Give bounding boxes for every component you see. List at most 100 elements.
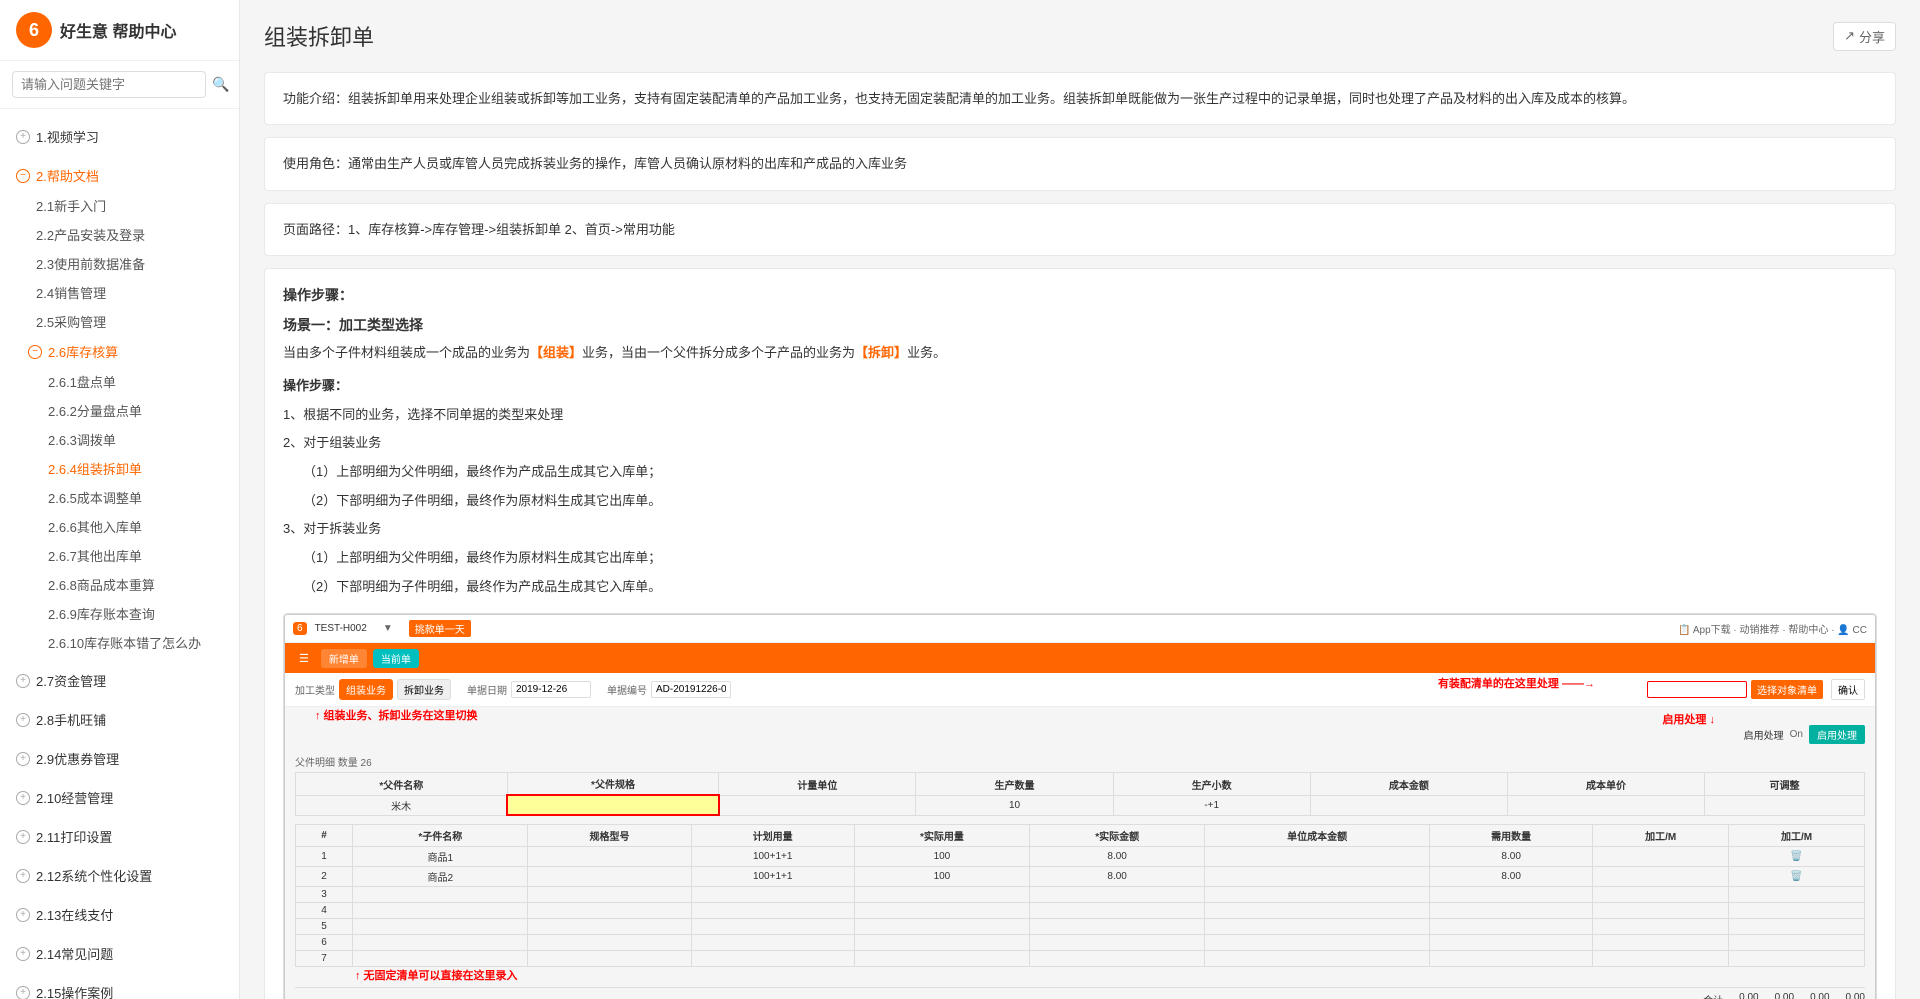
sc-header-bar: 6 TEST-H002 ▼ 挑款单一天 📋 App下载 · 动销推荐 · 帮助中… xyxy=(285,615,1875,643)
main-content: 组装拆卸单 ↗ 分享 功能介绍：组装拆卸单用来处理企业组装或拆卸等加工业务，支持… xyxy=(240,0,1920,999)
sidebar-item-stocktake[interactable]: 2.6.1盘点单 xyxy=(0,367,239,396)
nav-section-coupon: + 2.9优惠券管理 xyxy=(0,739,239,778)
sidebar-item-install[interactable]: 2.2产品安装及登录 xyxy=(0,220,239,249)
sc-lth-actual: *实际用量 xyxy=(854,825,1029,847)
sidebar-item-coupon[interactable]: + 2.9优惠券管理 xyxy=(0,743,239,774)
sidebar-item-print[interactable]: + 2.11打印设置 xyxy=(0,821,239,852)
logo-icon: 6 xyxy=(16,12,52,48)
nav-section-print: + 2.11打印设置 xyxy=(0,817,239,856)
sc-lth-process: 加工/M xyxy=(1593,825,1729,847)
nav-section-video: + 1.视频学习 xyxy=(0,117,239,156)
sidebar-item-ledger-error[interactable]: 2.6.10库存账本错了怎么办 xyxy=(0,628,239,657)
sc-nav-current[interactable]: 当前单 xyxy=(373,649,419,668)
step2-text: 2、对于组装业务 xyxy=(283,431,1877,456)
sidebar-item-assembly[interactable]: 2.6.4组装拆卸单 xyxy=(0,454,239,483)
sidebar-item-label: 2.10经营管理 xyxy=(36,788,113,807)
sc-th-unit-cost: 成本单价 xyxy=(1507,773,1704,796)
sidebar-item-label: 2.15操作案例 xyxy=(36,983,113,999)
sc-th-unit: 计量单位 xyxy=(719,773,916,796)
sc-date-input[interactable] xyxy=(511,681,591,698)
sc-field-bill: 单据编号 xyxy=(607,681,731,698)
page-title: 组装拆卸单 xyxy=(264,20,374,52)
sc-nav-icon: ☰ xyxy=(293,652,315,665)
sidebar: 6 好生意 帮助中心 🔍 + 1.视频学习 − 2.帮助文档 2.1新手入门 2… xyxy=(0,0,240,999)
sidebar-item-label: 2.6库存核算 xyxy=(48,342,118,361)
sidebar-item-help[interactable]: − 2.帮助文档 xyxy=(0,160,239,191)
sc-lth-needed: 需用数量 xyxy=(1430,825,1593,847)
nav-section-faq: + 2.14常见问题 xyxy=(0,934,239,973)
sc-confirm-btn[interactable]: 确认 xyxy=(1831,679,1865,700)
sc-lth-amount: *实际金额 xyxy=(1030,825,1205,847)
sc-type-disassemble[interactable]: 拆卸业务 xyxy=(397,679,451,700)
plus-icon-payment: + xyxy=(16,908,30,922)
share-button[interactable]: ↗ 分享 xyxy=(1833,22,1896,51)
sidebar-header: 6 好生意 帮助中心 xyxy=(0,0,239,61)
nav-section-custom: + 2.12系统个性化设置 xyxy=(0,856,239,895)
nav-section-payment: + 2.13在线支付 xyxy=(0,895,239,934)
sc-upper-title: 父件明细 数量 26 xyxy=(295,754,1865,769)
nav-section-ops: + 2.10经营管理 xyxy=(0,778,239,817)
sidebar-item-label: 2.13在线支付 xyxy=(36,905,113,924)
sidebar-item-ops[interactable]: + 2.10经营管理 xyxy=(0,782,239,813)
annotation-bom: 有装配清单的在这里处理 ——→ xyxy=(1438,675,1595,691)
sc-date-label: 单据日期 xyxy=(467,682,507,697)
sidebar-item-inventory[interactable]: − 2.6库存核算 xyxy=(0,336,239,367)
sidebar-item-partial-stock[interactable]: 2.6.2分量盘点单 xyxy=(0,396,239,425)
sc-enable-label: 启用处理 xyxy=(1744,727,1784,742)
sc-bill-label: 单据编号 xyxy=(607,682,647,697)
sc-field-date: 单据日期 xyxy=(467,681,591,698)
sc-type-assemble[interactable]: 组装业务 xyxy=(339,679,393,700)
sc-enable-btn[interactable]: 启用处理 xyxy=(1809,725,1865,744)
sidebar-item-purchase[interactable]: 2.5采购管理 xyxy=(0,307,239,336)
sidebar-item-beginner[interactable]: 2.1新手入门 xyxy=(0,191,239,220)
sidebar-item-sales[interactable]: 2.4销售管理 xyxy=(0,278,239,307)
intro-text-1: 功能介绍：组装拆卸单用来处理企业组装或拆卸等加工业务，支持有固定装配清单的产品加… xyxy=(283,91,1635,106)
sidebar-item-cost-adjust[interactable]: 2.6.5成本调整单 xyxy=(0,483,239,512)
sidebar-nav: + 1.视频学习 − 2.帮助文档 2.1新手入门 2.2产品安装及登录 2.3… xyxy=(0,109,239,999)
sidebar-item-label: 2.8手机旺铺 xyxy=(36,710,106,729)
sc-enable-area: 启用处理 On 启用处理 xyxy=(1744,725,1865,744)
sidebar-item-transfer[interactable]: 2.6.3调拨单 xyxy=(0,425,239,454)
sc-lower-row-4: 4 xyxy=(296,903,1865,919)
sc-th-qty: 生产数量 xyxy=(916,773,1113,796)
sc-select-bom-btn[interactable]: 选择对象清单 xyxy=(1751,680,1823,699)
sc-lth-spec: 规格型号 xyxy=(528,825,691,847)
sidebar-item-mobile[interactable]: + 2.8手机旺铺 xyxy=(0,704,239,735)
sc-nav-new[interactable]: 新增单 xyxy=(321,649,367,668)
search-button[interactable]: 🔍 xyxy=(212,76,229,93)
sc-bill-input[interactable] xyxy=(651,681,731,698)
sidebar-item-cases[interactable]: + 2.15操作案例 xyxy=(0,977,239,999)
sidebar-item-video[interactable]: + 1.视频学习 xyxy=(0,121,239,152)
sidebar-item-faq[interactable]: + 2.14常见问题 xyxy=(0,938,239,969)
sc-bom-input[interactable] xyxy=(1647,681,1747,698)
sc-lth-ops: 加工/M xyxy=(1729,825,1865,847)
sidebar-item-cost-recalc[interactable]: 2.6.8商品成本重算 xyxy=(0,570,239,599)
sidebar-item-other-in[interactable]: 2.6.6其他入库单 xyxy=(0,512,239,541)
sc-lower-row-2: 2 商品2 100+1+1 100 8.00 8.00 🗑️ xyxy=(296,867,1865,887)
sc-total-label: 合计 xyxy=(1703,992,1723,999)
intro-text-2: 使用角色：通常由生产人员或库管人员完成拆装业务的操作，库管人员确认原材料的出库和… xyxy=(283,156,907,171)
sidebar-item-ledger[interactable]: 2.6.9库存账本查询 xyxy=(0,599,239,628)
sidebar-item-custom[interactable]: + 2.12系统个性化设置 xyxy=(0,860,239,891)
step1-text: 1、根据不同的业务，选择不同单据的类型来处理 xyxy=(283,403,1877,428)
page-header: 组装拆卸单 ↗ 分享 xyxy=(264,20,1896,52)
sc-lower-row-1: 1 商品1 100+1+1 100 8.00 8.00 🗑️ xyxy=(296,847,1865,867)
sc-nav-bar: ☰ 新增单 当前单 xyxy=(285,643,1875,673)
steps-label: 操作步骤： xyxy=(283,374,1877,399)
minus-icon: − xyxy=(16,169,30,183)
sc-totals: 合计 0.00 0.00 0.00 0.00 xyxy=(295,987,1865,999)
sc-form-area: 加工类型 组装业务 拆卸业务 单据日期 单据编号 xyxy=(285,673,1875,707)
assemble-label: 【组装】 xyxy=(530,345,582,360)
step3-2-text: （2）下部明细为子件明细，最终作为产成品生成其它入库单。 xyxy=(303,575,1877,600)
sidebar-item-payment[interactable]: + 2.13在线支付 xyxy=(0,899,239,930)
sidebar-item-finance[interactable]: + 2.7资金管理 xyxy=(0,665,239,696)
scenario-title: 场景一：加工类型选择 xyxy=(283,315,1877,335)
sidebar-item-other-out[interactable]: 2.6.7其他出库单 xyxy=(0,541,239,570)
search-input[interactable] xyxy=(12,71,206,98)
sidebar-item-data-prep[interactable]: 2.3使用前数据准备 xyxy=(0,249,239,278)
sc-type-label: 加工类型 xyxy=(295,682,335,697)
sc-lth-plan: 计划用量 xyxy=(691,825,854,847)
plus-icon-cases: + xyxy=(16,986,30,999)
plus-icon-finance: + xyxy=(16,674,30,688)
annotation-direct: ↑ 无固定清单可以直接在这里录入 xyxy=(355,967,518,983)
